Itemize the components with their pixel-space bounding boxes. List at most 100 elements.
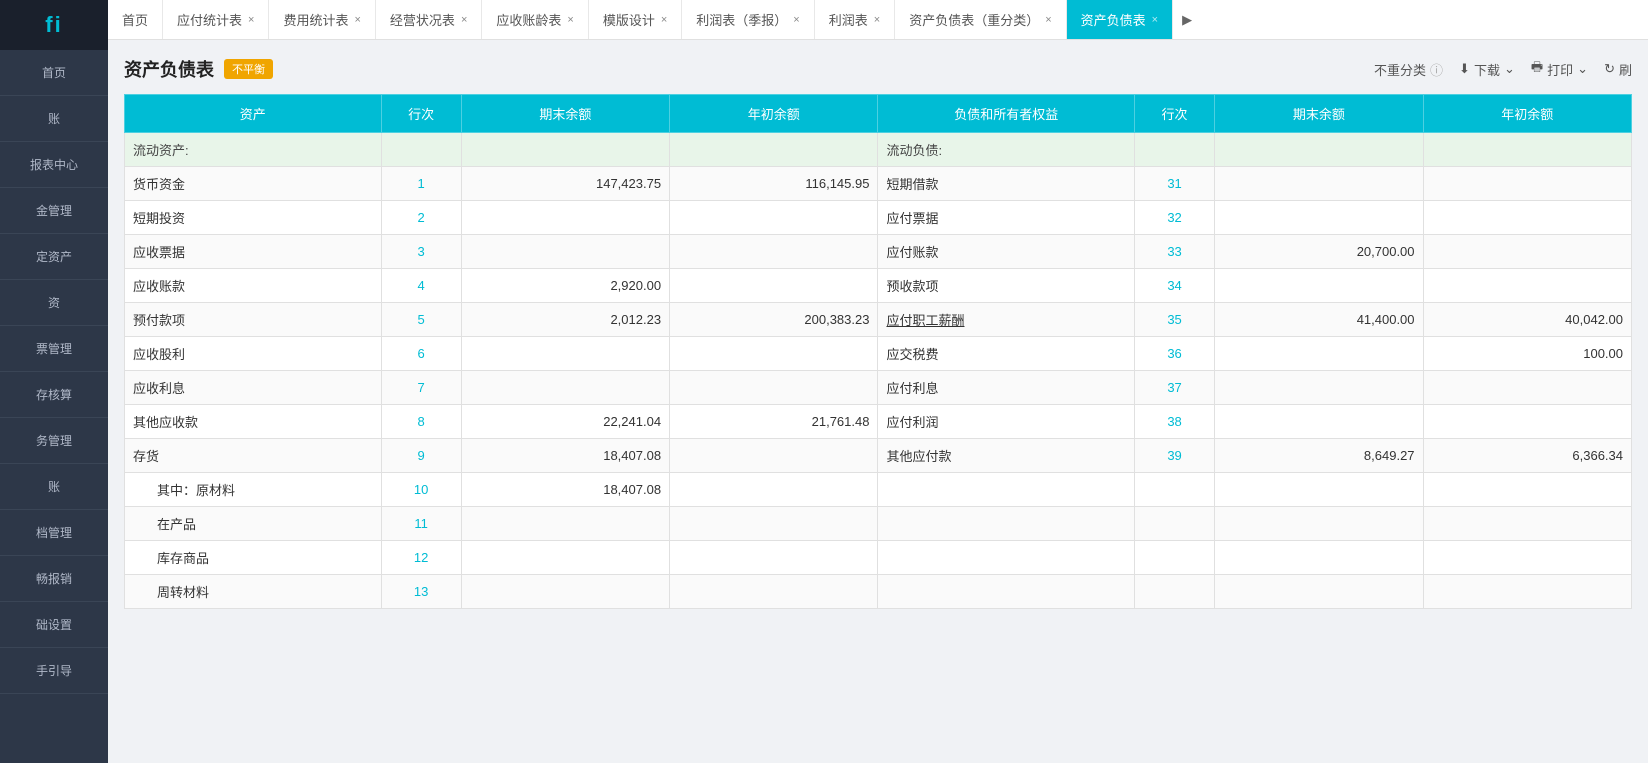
tab-template-design[interactable]: 模版设计 × — [589, 0, 682, 40]
tab-scroll-right[interactable]: ▶ — [1173, 0, 1201, 40]
table-row: 短期投资 2 应付票据 32 — [125, 201, 1632, 235]
row-num-left: 12 — [381, 541, 461, 575]
tab-expense-stats[interactable]: 费用统计表 × — [269, 0, 375, 40]
end-amount-left: 18,407.08 — [461, 473, 669, 507]
liability-name: 应付职工薪酬 — [878, 303, 1135, 337]
end-amount-right — [1215, 473, 1423, 507]
sidebar-item-guide[interactable]: 手引导 — [0, 648, 108, 694]
asset-name: 在产品 — [125, 507, 382, 541]
tab-operation-status[interactable]: 经营状况表 × — [376, 0, 482, 40]
liability-name: 应付票据 — [878, 201, 1135, 235]
row-num-left: 6 — [381, 337, 461, 371]
row-num-right — [1134, 507, 1214, 541]
sidebar-item-fund-mgmt[interactable]: 金管理 — [0, 188, 108, 234]
table-row: 应收账款 4 2,920.00 预收款项 34 — [125, 269, 1632, 303]
asset-name: 应收票据 — [125, 235, 382, 269]
header-liability: 负债和所有者权益 — [878, 95, 1135, 133]
liability-name: 应交税费 — [878, 337, 1135, 371]
begin-amount-right — [1423, 405, 1631, 439]
sidebar-item-fixed-assets[interactable]: 定资产 — [0, 234, 108, 280]
table-row: 存货 9 18,407.08 其他应付款 39 8,649.27 6,366.3… — [125, 439, 1632, 473]
asset-name: 货币资金 — [125, 167, 382, 201]
sidebar-item-expense[interactable]: 畅报销 — [0, 556, 108, 602]
end-amount-right — [1215, 507, 1423, 541]
sidebar-item-settings[interactable]: 础设置 — [0, 602, 108, 648]
asset-name: 应收股利 — [125, 337, 382, 371]
begin-amount-right — [1423, 371, 1631, 405]
sidebar-item-capital[interactable]: 资 — [0, 280, 108, 326]
tab-close-receivable-aging[interactable]: × — [567, 14, 573, 26]
tab-home[interactable]: 首页 — [108, 0, 163, 40]
begin-amount-right: 100.00 — [1423, 337, 1631, 371]
tab-profit[interactable]: 利润表 × — [815, 0, 895, 40]
tab-close-profit-quarterly[interactable]: × — [793, 14, 799, 26]
sidebar-item-account[interactable]: 账 — [0, 96, 108, 142]
tab-close-template-design[interactable]: × — [661, 14, 667, 26]
sidebar-item-ledger[interactable]: 账 — [0, 464, 108, 510]
header-end-left: 期末余额 — [461, 95, 669, 133]
sidebar-item-business-mgmt[interactable]: 务管理 — [0, 418, 108, 464]
row-num-left: 5 — [381, 303, 461, 337]
end-amount-right: 8,649.27 — [1215, 439, 1423, 473]
begin-amount-right: 40,042.00 — [1423, 303, 1631, 337]
liability-name: 其他应付款 — [878, 439, 1135, 473]
sidebar-item-doc-mgmt[interactable]: 档管理 — [0, 510, 108, 556]
end-amount-left: 18,407.08 — [461, 439, 669, 473]
row-num-left: 3 — [381, 235, 461, 269]
row-num-right: 31 — [1134, 167, 1214, 201]
row-num-left: 11 — [381, 507, 461, 541]
table-section-row: 流动资产: 流动负债: — [125, 133, 1632, 167]
sidebar-item-inventory[interactable]: 存核算 — [0, 372, 108, 418]
tab-payable-stats[interactable]: 应付统计表 × — [163, 0, 269, 40]
tab-close-operation-status[interactable]: × — [461, 14, 467, 26]
row-num-right: 36 — [1134, 337, 1214, 371]
sidebar-item-report-center[interactable]: 报表中心 — [0, 142, 108, 188]
content-area: 资产负债表 不平衡 不重分类 ⓘ ⬇ 下载 ⌄ 🖶 打印 ⌄ — [108, 40, 1648, 763]
end-amount-left — [461, 337, 669, 371]
end-amount-left: 147,423.75 — [461, 167, 669, 201]
tab-balance[interactable]: 资产负债表 × — [1067, 0, 1173, 40]
download-btn[interactable]: ⬇ 下载 ⌄ — [1459, 60, 1515, 79]
row-num-left: 8 — [381, 405, 461, 439]
tab-balance-reclassified[interactable]: 资产负债表（重分类） × — [895, 0, 1066, 40]
tab-close-balance[interactable]: × — [1152, 14, 1158, 26]
sidebar-item-home[interactable]: 首页 — [0, 50, 108, 96]
download-icon: ⬇ — [1459, 61, 1470, 77]
begin-amount-left: 116,145.95 — [670, 167, 878, 201]
tab-close-payable-stats[interactable]: × — [248, 14, 254, 26]
header-row-num-left: 行次 — [381, 95, 461, 133]
tab-close-expense-stats[interactable]: × — [354, 14, 360, 26]
end-amount-right — [1215, 269, 1423, 303]
liability-name — [878, 575, 1135, 609]
begin-amount-left — [670, 269, 878, 303]
begin-amount-left — [670, 473, 878, 507]
begin-amount-right — [1423, 167, 1631, 201]
end-amount-left — [461, 235, 669, 269]
liability-name: 应付利润 — [878, 405, 1135, 439]
no-reclassify-btn[interactable]: 不重分类 ⓘ — [1374, 60, 1443, 79]
tab-receivable-aging[interactable]: 应收账龄表 × — [482, 0, 588, 40]
tab-profit-quarterly[interactable]: 利润表（季报） × — [682, 0, 814, 40]
asset-name: 其他应收款 — [125, 405, 382, 439]
tab-close-balance-reclassified[interactable]: × — [1045, 14, 1051, 26]
row-num-left: 13 — [381, 575, 461, 609]
tab-close-profit[interactable]: × — [874, 14, 880, 26]
begin-amount-left: 21,761.48 — [670, 405, 878, 439]
page-title-area: 资产负债表 不平衡 — [124, 56, 273, 82]
begin-amount-left: 200,383.23 — [670, 303, 878, 337]
end-amount-right — [1215, 405, 1423, 439]
refresh-btn[interactable]: ↻ 刷 — [1604, 60, 1632, 79]
liability-name — [878, 541, 1135, 575]
table-row: 货币资金 1 147,423.75 116,145.95 短期借款 31 — [125, 167, 1632, 201]
begin-amount-left — [670, 507, 878, 541]
sidebar-item-ticket-mgmt[interactable]: 票管理 — [0, 326, 108, 372]
table-row: 其中：原材料 10 18,407.08 — [125, 473, 1632, 507]
begin-amount-left — [670, 337, 878, 371]
liability-name: 应付账款 — [878, 235, 1135, 269]
begin-amount-right: 6,366.34 — [1423, 439, 1631, 473]
end-amount-left — [461, 371, 669, 405]
row-num-right — [1134, 473, 1214, 507]
page-header: 资产负债表 不平衡 不重分类 ⓘ ⬇ 下载 ⌄ 🖶 打印 ⌄ — [124, 56, 1632, 82]
row-num-right: 38 — [1134, 405, 1214, 439]
print-btn[interactable]: 🖶 打印 ⌄ — [1531, 58, 1588, 80]
